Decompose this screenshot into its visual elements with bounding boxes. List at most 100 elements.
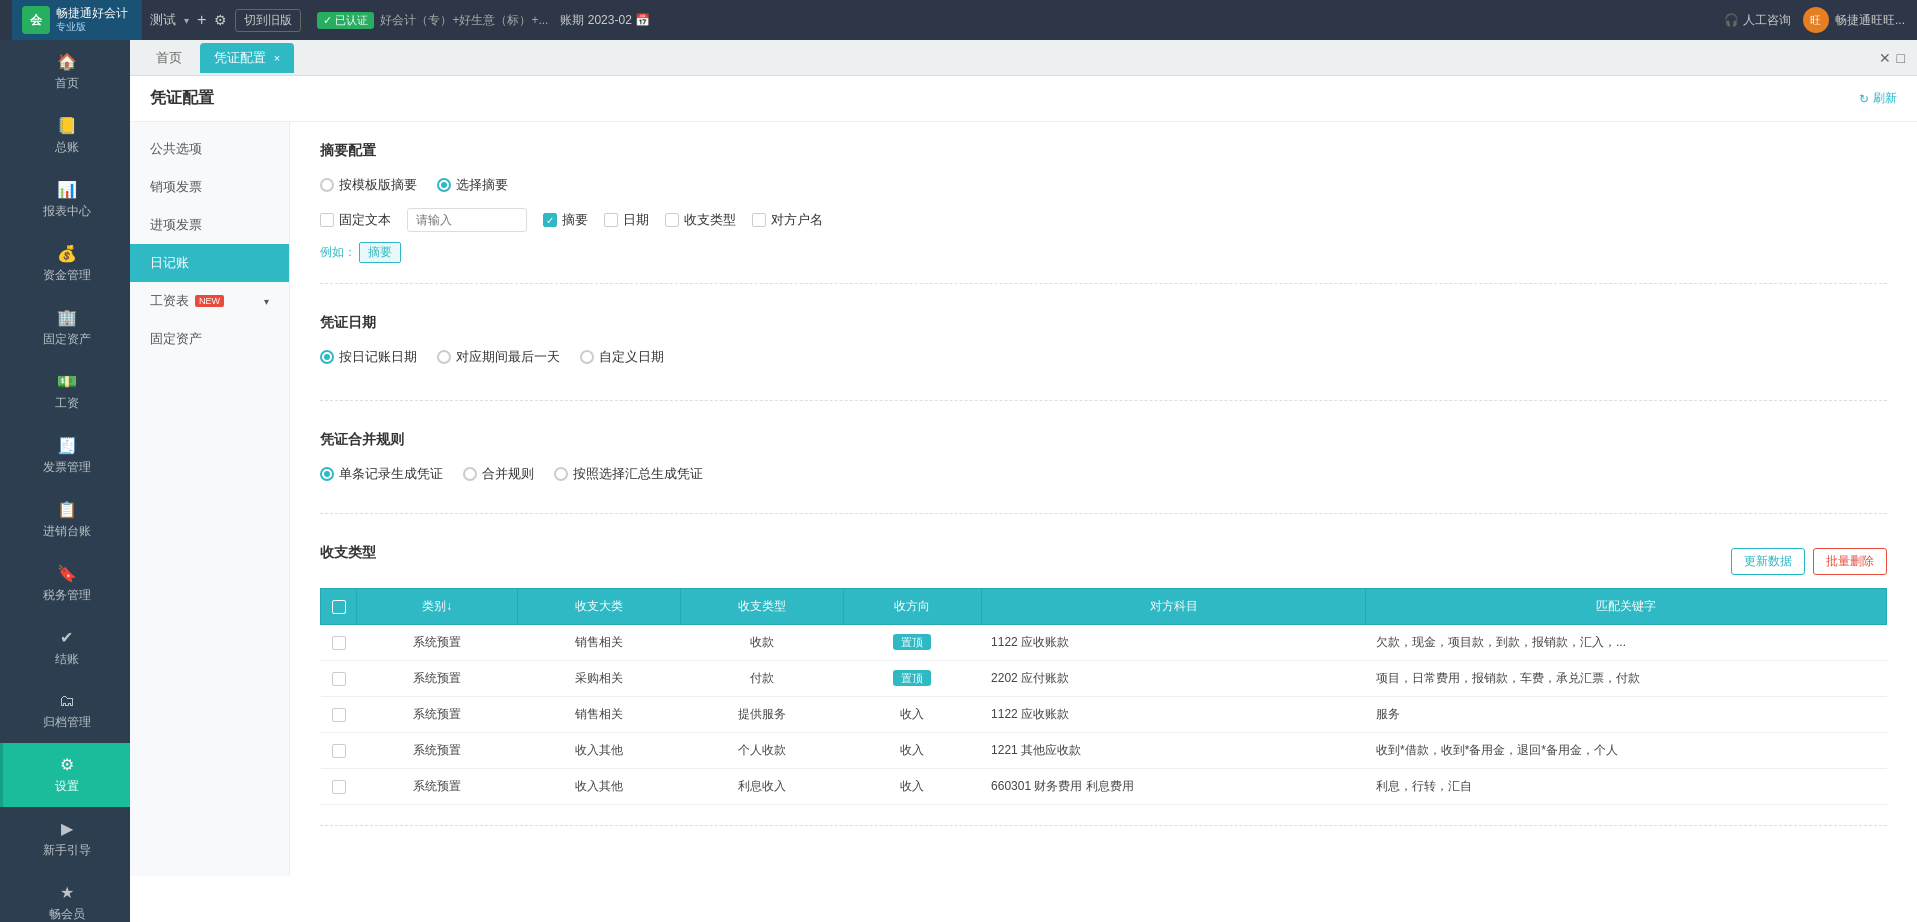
sidebar-item-tax[interactable]: 🔖 税务管理 — [0, 552, 130, 616]
sidebar-item-guide[interactable]: ▶ 新手引导 — [0, 807, 130, 871]
cell-type: 提供服务 — [681, 697, 844, 733]
logo-text: 畅捷通好会计 — [56, 6, 128, 20]
config-nav-fixed[interactable]: 固定资产 — [130, 320, 289, 358]
row-checkbox-1[interactable] — [332, 672, 346, 686]
topbar-badges: ✓ 已认证 好会计（专）+好生意（标）+... — [317, 12, 548, 29]
sidebar-item-member[interactable]: ★ 畅会员 — [0, 871, 130, 922]
radio-template-summary[interactable]: 按模板版摘要 — [320, 176, 417, 194]
username-label: 畅捷通旺旺... — [1835, 12, 1905, 29]
config-nav-purchase[interactable]: 进项发票 — [130, 206, 289, 244]
tab-home[interactable]: 首页 — [142, 43, 196, 73]
main-layout: 🏠 首页 📒 总账 📊 报表中心 💰 资金管理 🏢 固定资产 💵 工资 🧾 发票… — [0, 40, 1917, 922]
example-tag: 摘要 — [359, 242, 401, 263]
sidebar-item-funds[interactable]: 💰 资金管理 — [0, 232, 130, 296]
window-close-button[interactable]: ✕ — [1879, 50, 1891, 66]
config-nav-journal[interactable]: 日记账 — [130, 244, 289, 282]
checkbox-counterpart[interactable]: 对方户名 — [752, 211, 823, 229]
row-checkbox-0[interactable] — [332, 636, 346, 650]
table-row: 系统预置 采购相关 付款 置顶 2202 应付账款 项目，日常费用，报销款，车费… — [321, 661, 1887, 697]
th-category: 类别↓ — [357, 589, 518, 625]
cell-account: 1122 应收账款 — [981, 625, 1366, 661]
service-btn[interactable]: 🎧 人工咨询 — [1724, 12, 1791, 29]
batch-delete-button[interactable]: 批量删除 — [1813, 548, 1887, 575]
logo-sub: 专业版 — [56, 20, 128, 34]
radio-select-summary[interactable]: 选择摘要 — [437, 176, 508, 194]
radio-custom-date-label: 自定义日期 — [599, 348, 664, 366]
window-max-button[interactable]: □ — [1897, 50, 1905, 66]
sidebar-item-reports[interactable]: 📊 报表中心 — [0, 168, 130, 232]
cell-direction: 收入 — [844, 769, 981, 805]
sidebar-item-purchase-sales[interactable]: 📋 进销台账 — [0, 488, 130, 552]
cell-major: 采购相关 — [517, 661, 680, 697]
direction-tag[interactable]: 置顶 — [893, 670, 931, 686]
topbar: 会 畅捷通好会计 专业版 测试 ▾ + ⚙ 切到旧版 ✓ 已认证 好会计（专）+… — [0, 0, 1917, 40]
th-checkbox — [321, 589, 357, 625]
radio-merge-rules[interactable]: 合并规则 — [463, 465, 534, 483]
switch-version-button[interactable]: 切到旧版 — [235, 9, 301, 32]
sidebar-label-archive: 归档管理 — [43, 714, 91, 731]
checkbox-row: 固定文本 ✓ 摘要 日期 — [320, 208, 1887, 232]
badge-product: 好会计（专）+好生意（标）+... — [380, 12, 548, 29]
topbar-add-btn[interactable]: + — [197, 11, 206, 29]
table-row: 系统预置 销售相关 提供服务 收入 1122 应收账款 服务 — [321, 697, 1887, 733]
topbar-period: 账期 2023-02 📅 — [560, 12, 650, 29]
checkbox-payment-type-label: 收支类型 — [684, 211, 736, 229]
sidebar-item-ledger[interactable]: 📒 总账 — [0, 104, 130, 168]
sidebar-item-payroll[interactable]: 💵 工资 — [0, 360, 130, 424]
checkbox-fixed-text[interactable]: 固定文本 — [320, 211, 391, 229]
cell-keywords: 服务 — [1366, 697, 1887, 733]
payment-types-table: 类别↓ 收支大类 收支类型 收方向 对方科目 匹配关键字 — [320, 588, 1887, 805]
user-menu[interactable]: 旺 畅捷通旺旺... — [1803, 7, 1905, 33]
config-nav-payroll[interactable]: 工资表 NEW ▾ — [130, 282, 289, 320]
th-keywords: 匹配关键字 — [1366, 589, 1887, 625]
select-all-checkbox[interactable] — [332, 600, 346, 614]
sidebar-item-archive[interactable]: 🗂 归档管理 — [0, 680, 130, 743]
checkbox-summary-label: 摘要 — [562, 211, 588, 229]
row-checkbox-4[interactable] — [332, 780, 346, 794]
checkbox-payment-type[interactable]: 收支类型 — [665, 211, 736, 229]
radio-period-last[interactable]: 对应期间最后一天 — [437, 348, 560, 366]
config-nav-sales[interactable]: 销项发票 — [130, 168, 289, 206]
refresh-button[interactable]: ↻ 刷新 — [1859, 90, 1897, 107]
summary-config-section: 摘要配置 按模板版摘要 选择摘要 — [320, 142, 1887, 284]
checkbox-summary[interactable]: ✓ 摘要 — [543, 211, 588, 229]
radio-summary-gen[interactable]: 按照选择汇总生成凭证 — [554, 465, 703, 483]
config-nav-public[interactable]: 公共选项 — [130, 130, 289, 168]
headset-icon: 🎧 — [1724, 13, 1739, 27]
topbar-gear-icon[interactable]: ⚙ — [214, 12, 227, 28]
page-header: 凭证配置 ↻ 刷新 — [130, 76, 1917, 122]
refresh-label: 刷新 — [1873, 90, 1897, 107]
radio-template-label: 按模板版摘要 — [339, 176, 417, 194]
funds-icon: 💰 — [57, 244, 77, 263]
tab-voucher-label: 凭证配置 — [214, 50, 266, 65]
config-nav-journal-label: 日记账 — [150, 254, 189, 272]
merge-rules-radio-group: 单条记录生成凭证 合并规则 按照选择汇总生成凭证 — [320, 465, 1887, 483]
sidebar-item-checkout[interactable]: ✔ 结账 — [0, 616, 130, 680]
cell-category: 系统预置 — [357, 661, 518, 697]
update-data-button[interactable]: 更新数据 — [1731, 548, 1805, 575]
payroll-icon: 💵 — [57, 372, 77, 391]
radio-custom-date[interactable]: 自定义日期 — [580, 348, 664, 366]
radio-single-record[interactable]: 单条记录生成凭证 — [320, 465, 443, 483]
fixed-text-input[interactable] — [407, 208, 527, 232]
direction-tag[interactable]: 置顶 — [893, 634, 931, 650]
sidebar-item-settings[interactable]: ⚙ 设置 — [0, 743, 130, 807]
cell-major: 销售相关 — [517, 625, 680, 661]
tab-close-icon[interactable]: × — [274, 52, 280, 64]
cell-type: 个人收款 — [681, 733, 844, 769]
sidebar-item-invoice-mgmt[interactable]: 🧾 发票管理 — [0, 424, 130, 488]
tab-voucher-config[interactable]: 凭证配置 × — [200, 43, 294, 73]
logo-text-block: 畅捷通好会计 专业版 — [56, 6, 128, 34]
radio-single-record-label: 单条记录生成凭证 — [339, 465, 443, 483]
avatar: 旺 — [1803, 7, 1829, 33]
table-row: 系统预置 收入其他 利息收入 收入 660301 财务费用 利息费用 利息，行转… — [321, 769, 1887, 805]
checkbox-date[interactable]: 日期 — [604, 211, 649, 229]
radio-custom-date-circle — [580, 350, 594, 364]
cell-category: 系统预置 — [357, 697, 518, 733]
radio-journal-date[interactable]: 按日记账日期 — [320, 348, 417, 366]
content-area: 首页 凭证配置 × ✕ □ 凭证配置 ↻ 刷新 — [130, 40, 1917, 922]
sidebar-item-home[interactable]: 🏠 首页 — [0, 40, 130, 104]
row-checkbox-3[interactable] — [332, 744, 346, 758]
row-checkbox-2[interactable] — [332, 708, 346, 722]
sidebar-item-fixed-assets[interactable]: 🏢 固定资产 — [0, 296, 130, 360]
